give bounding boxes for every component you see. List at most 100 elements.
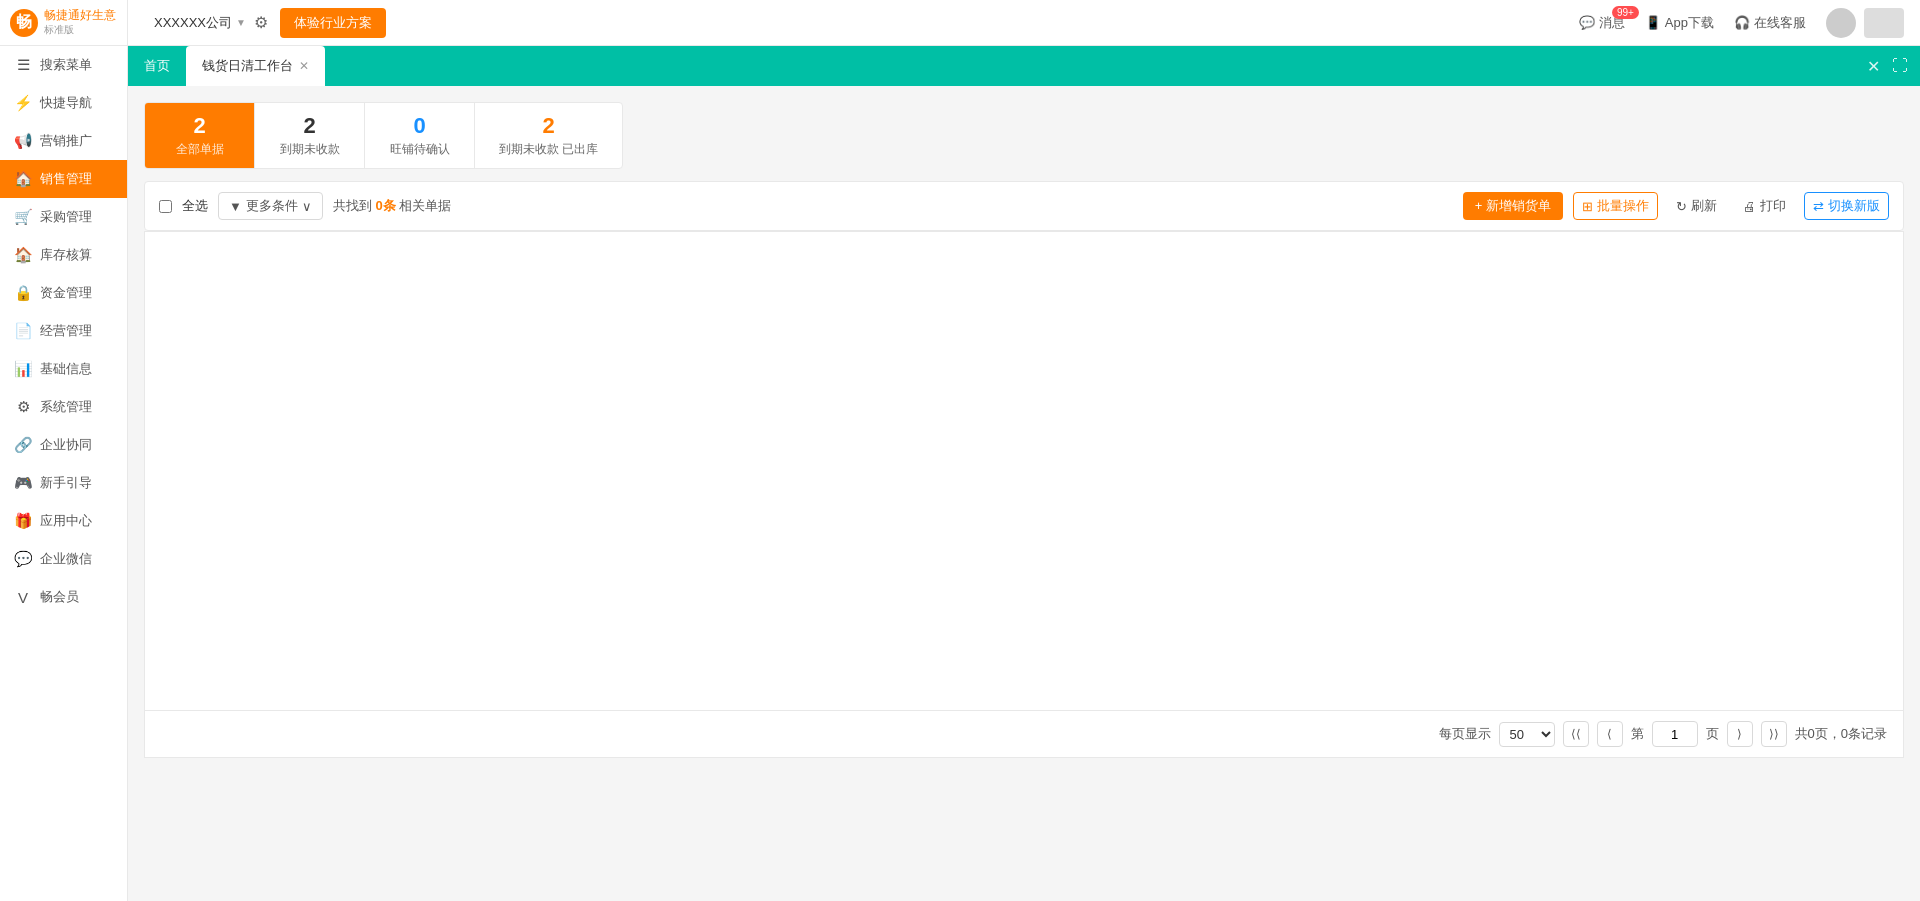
page-number-input[interactable] <box>1652 721 1698 747</box>
logo-text-area: 畅捷通好生意 标准版 <box>44 8 116 38</box>
sidebar-item-5[interactable]: 🏠 库存核算 <box>0 236 127 274</box>
menu-label-7: 经营管理 <box>40 322 92 340</box>
message-btn[interactable]: 💬 消息 99+ <box>1579 14 1625 32</box>
print-label: 打印 <box>1760 197 1786 215</box>
select-all-checkbox[interactable] <box>159 200 172 213</box>
tabbar-minimize-icon[interactable]: ✕ <box>1867 57 1880 76</box>
result-prefix: 共找到 <box>333 198 372 213</box>
menu-icon-1: ⚡ <box>14 94 32 112</box>
tabbar-expand-icon[interactable]: ⛶ <box>1892 57 1908 75</box>
company-selector[interactable]: XXXXXX公司 ▼ <box>154 14 246 32</box>
stats-tab-1[interactable]: 2到期未收款 <box>255 103 365 168</box>
batch-operation-button[interactable]: ⊞ 批量操作 <box>1573 192 1658 220</box>
page-label: 第 <box>1631 725 1644 743</box>
refresh-button[interactable]: ↻ 刷新 <box>1668 193 1725 219</box>
page-next-button[interactable]: ⟩ <box>1727 721 1753 747</box>
menu-label-0: 搜索菜单 <box>40 56 92 74</box>
page-last-button[interactable]: ⟩⟩ <box>1761 721 1787 747</box>
total-label: 共0页，0条记录 <box>1795 725 1887 743</box>
batch-label: 批量操作 <box>1597 197 1649 215</box>
sidebar-item-8[interactable]: 📊基础信息 <box>0 350 127 388</box>
sidebar-item-11[interactable]: 🎮新手引导 <box>0 464 127 502</box>
page-prev-button[interactable]: ⟨ <box>1597 721 1623 747</box>
trial-button[interactable]: 体验行业方案 <box>280 8 386 38</box>
stats-tabs: 2全部单据2到期未收款0旺铺待确认 2 到期未收款 已出库 <box>144 102 623 169</box>
add-sale-button[interactable]: + 新增销货单 <box>1463 192 1563 220</box>
print-icon: 🖨 <box>1743 199 1756 214</box>
tab-home-label: 首页 <box>144 57 170 75</box>
switch-version-button[interactable]: ⇄ 切换新版 <box>1804 192 1889 220</box>
stats-label-3: 到期未收款 已出库 <box>499 141 598 158</box>
menu-icon-4: 🛒 <box>14 208 32 226</box>
menu-icon-12: 🎁 <box>14 512 32 530</box>
menu-icon-9: ⚙ <box>14 398 32 416</box>
sidebar-item-3[interactable]: 🏠 销售管理 <box>0 160 127 198</box>
tab-home[interactable]: 首页 <box>128 46 186 86</box>
menu-icon-5: 🏠 <box>14 246 32 264</box>
menu-label-14: 畅会员 <box>40 588 79 606</box>
per-page-label: 每页显示 <box>1439 725 1491 743</box>
filter-button[interactable]: ▼ 更多条件 ∨ <box>218 192 323 220</box>
settings-icon[interactable]: ⚙ <box>254 13 268 32</box>
online-service-btn[interactable]: 🎧 在线客服 <box>1734 14 1806 32</box>
switch-label: 切换新版 <box>1828 197 1880 215</box>
stats-tab-3[interactable]: 2 到期未收款 已出库 <box>475 103 622 168</box>
menu-icon-7: 📄 <box>14 322 32 340</box>
select-all-label: 全选 <box>182 197 208 215</box>
filter-arrow-icon: ∨ <box>302 199 312 214</box>
sidebar-item-1[interactable]: ⚡ 快捷导航 <box>0 84 127 122</box>
per-page-select[interactable]: 50 100 200 <box>1499 722 1555 747</box>
sidebar-item-0[interactable]: ☰ 搜索菜单 <box>0 46 127 84</box>
stats-num-3: 2 <box>499 113 598 139</box>
menu-icon-13: 💬 <box>14 550 32 568</box>
menu-icon-11: 🎮 <box>14 474 32 492</box>
page-first-button[interactable]: ⟨⟨ <box>1563 721 1589 747</box>
headset-icon: 🎧 <box>1734 15 1750 30</box>
menu-icon-10: 🔗 <box>14 436 32 454</box>
menu-icon-0: ☰ <box>14 56 32 74</box>
sidebar-item-9[interactable]: ⚙系统管理 <box>0 388 127 426</box>
menu-icon-3: 🏠 <box>14 170 32 188</box>
logo-icon: 畅 <box>10 9 38 37</box>
stats-num-1: 2 <box>279 113 340 139</box>
tab-close-icon[interactable]: ✕ <box>299 59 309 73</box>
refresh-label: 刷新 <box>1691 197 1717 215</box>
refresh-icon: ↻ <box>1676 199 1687 214</box>
result-text: 共找到 0条 相关单据 <box>333 197 451 215</box>
pagination: 每页显示 50 100 200 ⟨⟨ ⟨ 第 页 ⟩ ⟩⟩ 共0页，0条记录 <box>144 711 1904 758</box>
sidebar: 畅 畅捷通好生意 标准版 ☰ 搜索菜单 ⚡ 快捷导航 📢营销推广 🏠 销售管理 🛒 采购管理 🏠 库… <box>0 0 128 901</box>
app-download-label: App下载 <box>1665 14 1714 32</box>
sidebar-item-13[interactable]: 💬 企业微信 <box>0 540 127 578</box>
menu-icon-8: 📊 <box>14 360 32 378</box>
sidebar-item-2[interactable]: 📢营销推广 <box>0 122 127 160</box>
sidebar-item-6[interactable]: 🔒 资金管理 <box>0 274 127 312</box>
sidebar-item-10[interactable]: 🔗企业协同 <box>0 426 127 464</box>
print-button[interactable]: 🖨 打印 <box>1735 193 1794 219</box>
main-content: 2全部单据2到期未收款0旺铺待确认 2 到期未收款 已出库 全选 ▼ 更多条件 ∨ … <box>128 86 1920 901</box>
sidebar-logo-area: 畅 畅捷通好生意 标准版 <box>0 0 127 46</box>
avatar-area[interactable] <box>1826 8 1904 38</box>
topbar: XXXXXX公司 ▼ ⚙ 体验行业方案 💬 消息 99+ 📱 App下载 🎧 在… <box>128 0 1920 46</box>
menu-label-1: 快捷导航 <box>40 94 92 112</box>
page-suffix: 页 <box>1706 725 1719 743</box>
toolbar: 全选 ▼ 更多条件 ∨ 共找到 0条 相关单据 + 新增销货单 ⊞ 批量操作 ↻… <box>144 181 1904 231</box>
message-icon: 💬 <box>1579 15 1595 30</box>
menu-label-6: 资金管理 <box>40 284 92 302</box>
tab-workbench[interactable]: 钱货日清工作台 ✕ <box>186 46 325 86</box>
table-area <box>144 231 1904 711</box>
sidebar-item-4[interactable]: 🛒 采购管理 <box>0 198 127 236</box>
menu-icon-6: 🔒 <box>14 284 32 302</box>
stats-tab-2[interactable]: 0旺铺待确认 <box>365 103 475 168</box>
menu-icon-14: V <box>14 589 32 606</box>
sidebar-item-12[interactable]: 🎁应用中心 <box>0 502 127 540</box>
menu-label-13: 企业微信 <box>40 550 92 568</box>
menu-label-3: 销售管理 <box>40 170 92 188</box>
sidebar-item-14[interactable]: V 畅会员 <box>0 578 127 616</box>
menu-label-5: 库存核算 <box>40 246 92 264</box>
menu-label-4: 采购管理 <box>40 208 92 226</box>
sidebar-item-7[interactable]: 📄 经营管理 <box>0 312 127 350</box>
menu-icon-2: 📢 <box>14 132 32 150</box>
stats-tab-0[interactable]: 2全部单据 <box>145 103 255 168</box>
app-download-btn[interactable]: 📱 App下载 <box>1645 14 1714 32</box>
switch-icon: ⇄ <box>1813 199 1824 214</box>
